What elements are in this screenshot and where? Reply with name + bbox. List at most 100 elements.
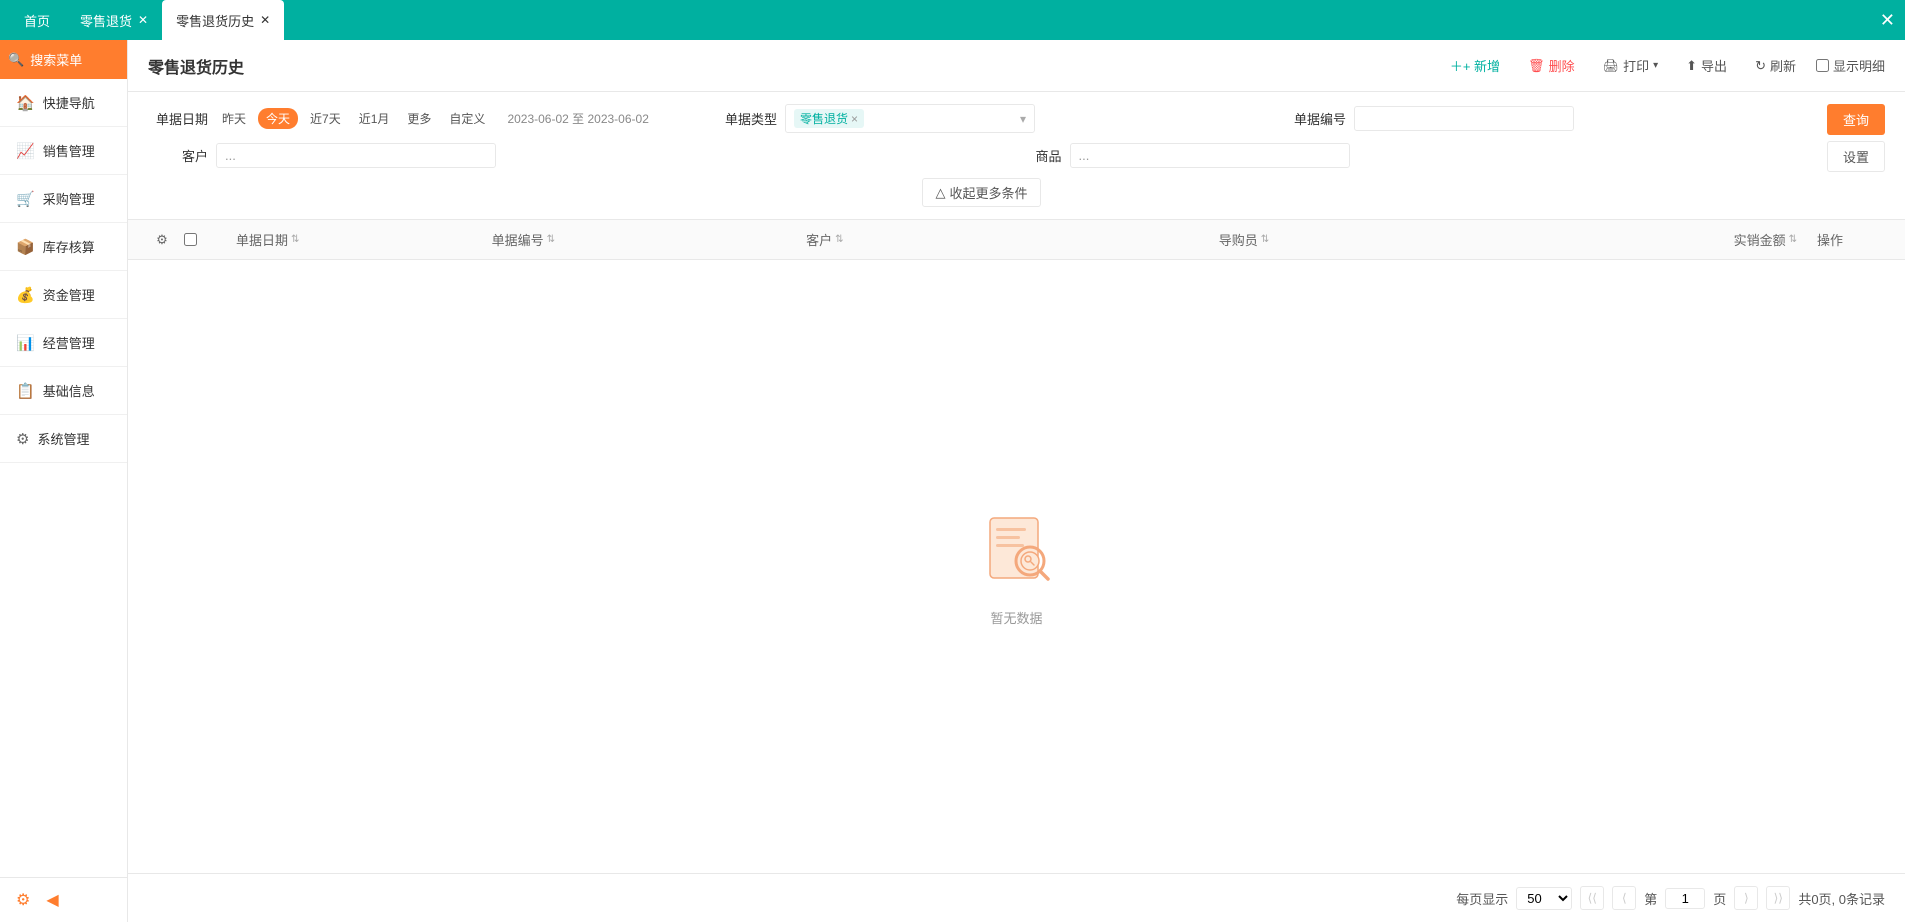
- doc-number-filter-group: 单据编号: [1286, 106, 1815, 131]
- page-last-button[interactable]: ⟩⟩: [1766, 886, 1790, 910]
- doc-type-tag-remove[interactable]: ×: [851, 112, 858, 126]
- customer-filter-label: 客户: [148, 146, 208, 165]
- sidebar-item-quick-nav[interactable]: 🏠 快捷导航: [0, 79, 127, 127]
- main-layout: 🔍 搜索菜单 🏠 快捷导航 📈 销售管理 🛒 采购管理 📦 库存核算 💰 资金管…: [0, 40, 1905, 922]
- sidebar-item-inventory[interactable]: 📦 库存核算: [0, 223, 127, 271]
- sidebar-label-management: 经营管理: [43, 333, 95, 352]
- tab-retail-return[interactable]: 零售退货 ✕: [66, 0, 162, 40]
- add-icon: ＋: [1450, 56, 1463, 75]
- th-action: 操作: [1809, 230, 1889, 249]
- table-area: ⚙ 单据日期 ⇅ 单据编号 ⇅ 客户 ⇅ 导购员 ⇅: [128, 220, 1905, 922]
- date-yesterday[interactable]: 昨天: [216, 108, 252, 129]
- sidebar-item-sales[interactable]: 📈 销售管理: [0, 127, 127, 175]
- date-more[interactable]: 更多: [401, 108, 437, 129]
- add-button[interactable]: ＋ + 新增: [1442, 52, 1508, 79]
- sort-amount-icon: ⇅: [1789, 234, 1797, 245]
- sort-number-icon: ⇅: [547, 234, 555, 245]
- show-detail-checkbox[interactable]: [1816, 59, 1829, 72]
- sort-customer-icon: ⇅: [835, 234, 843, 245]
- page-header: 零售退货历史 ＋ + 新增 🗑 删除 🖨 打印 ▾ ⬆ 导出: [128, 40, 1905, 92]
- collapse-icon: △: [935, 185, 945, 201]
- date-custom[interactable]: 自定义: [443, 108, 491, 129]
- page-title: 零售退货历史: [148, 54, 244, 78]
- delete-button[interactable]: 🗑 删除: [1520, 52, 1583, 79]
- goods-filter-label: 商品: [1002, 146, 1062, 165]
- th-customer[interactable]: 客户 ⇅: [798, 230, 1207, 249]
- doc-number-input[interactable]: [1354, 106, 1574, 131]
- sidebar-item-system[interactable]: ⚙ 系统管理: [0, 415, 127, 463]
- inventory-icon: 📦: [16, 238, 35, 256]
- th-amount[interactable]: 实销金额 ⇅: [1726, 230, 1805, 249]
- filter-settings-button[interactable]: 设置: [1827, 141, 1885, 172]
- page-size-select[interactable]: 50 100 200: [1516, 887, 1572, 910]
- top-bar: 首页 零售退货 ✕ 零售退货历史 ✕ ✕: [0, 0, 1905, 40]
- filter-fields: 单据日期 昨天 今天 近7天 近1月 更多 自定义 2023-06-02 至 2…: [148, 104, 1815, 207]
- basic-info-icon: 📋: [16, 382, 35, 400]
- sidebar: 🔍 搜索菜单 🏠 快捷导航 📈 销售管理 🛒 采购管理 📦 库存核算 💰 资金管…: [0, 40, 128, 922]
- doc-number-label: 单据编号: [1286, 109, 1346, 128]
- sort-date-icon: ⇅: [291, 234, 299, 245]
- empty-state: 暂无数据: [128, 260, 1905, 873]
- content-area: 零售退货历史 ＋ + 新增 🗑 删除 🖨 打印 ▾ ⬆ 导出: [128, 40, 1905, 922]
- doc-type-select[interactable]: 零售退货 × ▾: [785, 104, 1035, 133]
- sales-icon: 📈: [16, 142, 35, 160]
- empty-text: 暂无数据: [990, 608, 1042, 627]
- collapse-sidebar-icon[interactable]: ◀: [46, 890, 58, 910]
- date-1month[interactable]: 近1月: [353, 108, 396, 129]
- sidebar-search[interactable]: 🔍 搜索菜单: [0, 40, 127, 79]
- pagination: 每页显示 50 100 200 ⟨⟨ ⟨ 第 页 ⟩ ⟩⟩ 共0页, 0条记录: [128, 873, 1905, 922]
- refresh-button[interactable]: ↻ 刷新: [1747, 52, 1804, 79]
- print-dropdown-icon: ▾: [1653, 60, 1658, 71]
- sidebar-item-basic-info[interactable]: 📋 基础信息: [0, 367, 127, 415]
- sidebar-label-sales: 销售管理: [43, 141, 95, 160]
- home-icon: 🏠: [16, 94, 35, 112]
- finance-icon: 💰: [16, 286, 35, 304]
- management-icon: 📊: [16, 334, 35, 352]
- page-next-button[interactable]: ⟩: [1734, 886, 1758, 910]
- collapse-filter-button[interactable]: △ 收起更多条件: [922, 178, 1040, 207]
- th-guide[interactable]: 导购员 ⇅: [1211, 230, 1522, 249]
- date-7days[interactable]: 近7天: [304, 108, 347, 129]
- toolbar: ＋ + 新增 🗑 删除 🖨 打印 ▾ ⬆ 导出 ↻: [1442, 52, 1885, 79]
- window-close-button[interactable]: ✕: [1880, 10, 1895, 31]
- close-retail-return-tab[interactable]: ✕: [138, 13, 148, 27]
- table-select-all[interactable]: [184, 233, 224, 246]
- table-header: ⚙ 单据日期 ⇅ 单据编号 ⇅ 客户 ⇅ 导购员 ⇅: [128, 220, 1905, 260]
- delete-icon: 🗑: [1528, 58, 1545, 74]
- sidebar-label-basic-info: 基础信息: [43, 381, 95, 400]
- page-number-input[interactable]: [1665, 888, 1705, 909]
- th-date[interactable]: 单据日期 ⇅: [228, 230, 480, 249]
- date-filter-label: 单据日期: [148, 109, 208, 128]
- select-all-checkbox[interactable]: [184, 233, 197, 246]
- close-retail-return-history-tab[interactable]: ✕: [260, 13, 270, 27]
- table-settings-icon[interactable]: ⚙: [144, 232, 180, 248]
- sidebar-label-finance: 资金管理: [43, 285, 95, 304]
- query-button[interactable]: 查询: [1827, 104, 1885, 135]
- customer-input[interactable]: ...: [216, 143, 496, 168]
- sidebar-label-system: 系统管理: [37, 429, 89, 448]
- page-first-button[interactable]: ⟨⟨: [1580, 886, 1604, 910]
- export-button[interactable]: ⬆ 导出: [1678, 52, 1735, 79]
- date-range-display: 2023-06-02 至 2023-06-02: [507, 110, 648, 127]
- show-detail-checkbox-label[interactable]: 显示明细: [1816, 56, 1885, 75]
- sort-guide-icon: ⇅: [1261, 234, 1269, 245]
- tab-retail-return-history[interactable]: 零售退货历史 ✕: [162, 0, 284, 40]
- page-prev-button[interactable]: ⟨: [1612, 886, 1636, 910]
- sidebar-item-purchase[interactable]: 🛒 采购管理: [0, 175, 127, 223]
- sidebar-item-finance[interactable]: 💰 资金管理: [0, 271, 127, 319]
- purchase-icon: 🛒: [16, 190, 35, 208]
- tab-home[interactable]: 首页: [8, 0, 66, 40]
- search-icon: 🔍: [8, 52, 24, 68]
- refresh-icon: ↻: [1755, 58, 1766, 74]
- th-number[interactable]: 单据编号 ⇅: [484, 230, 795, 249]
- sidebar-item-management[interactable]: 📊 经营管理: [0, 319, 127, 367]
- no-data-image: [972, 506, 1062, 596]
- filter-area: 单据日期 昨天 今天 近7天 近1月 更多 自定义 2023-06-02 至 2…: [128, 92, 1905, 220]
- date-today[interactable]: 今天: [258, 108, 298, 129]
- filter-row-2: 客户 ... 商品 ...: [148, 143, 1815, 168]
- print-button[interactable]: 🖨 打印 ▾: [1595, 52, 1667, 79]
- export-icon: ⬆: [1686, 58, 1697, 74]
- goods-input[interactable]: ...: [1070, 143, 1350, 168]
- sidebar-label-purchase: 采购管理: [43, 189, 95, 208]
- settings-bottom-icon[interactable]: ⚙: [16, 890, 30, 910]
